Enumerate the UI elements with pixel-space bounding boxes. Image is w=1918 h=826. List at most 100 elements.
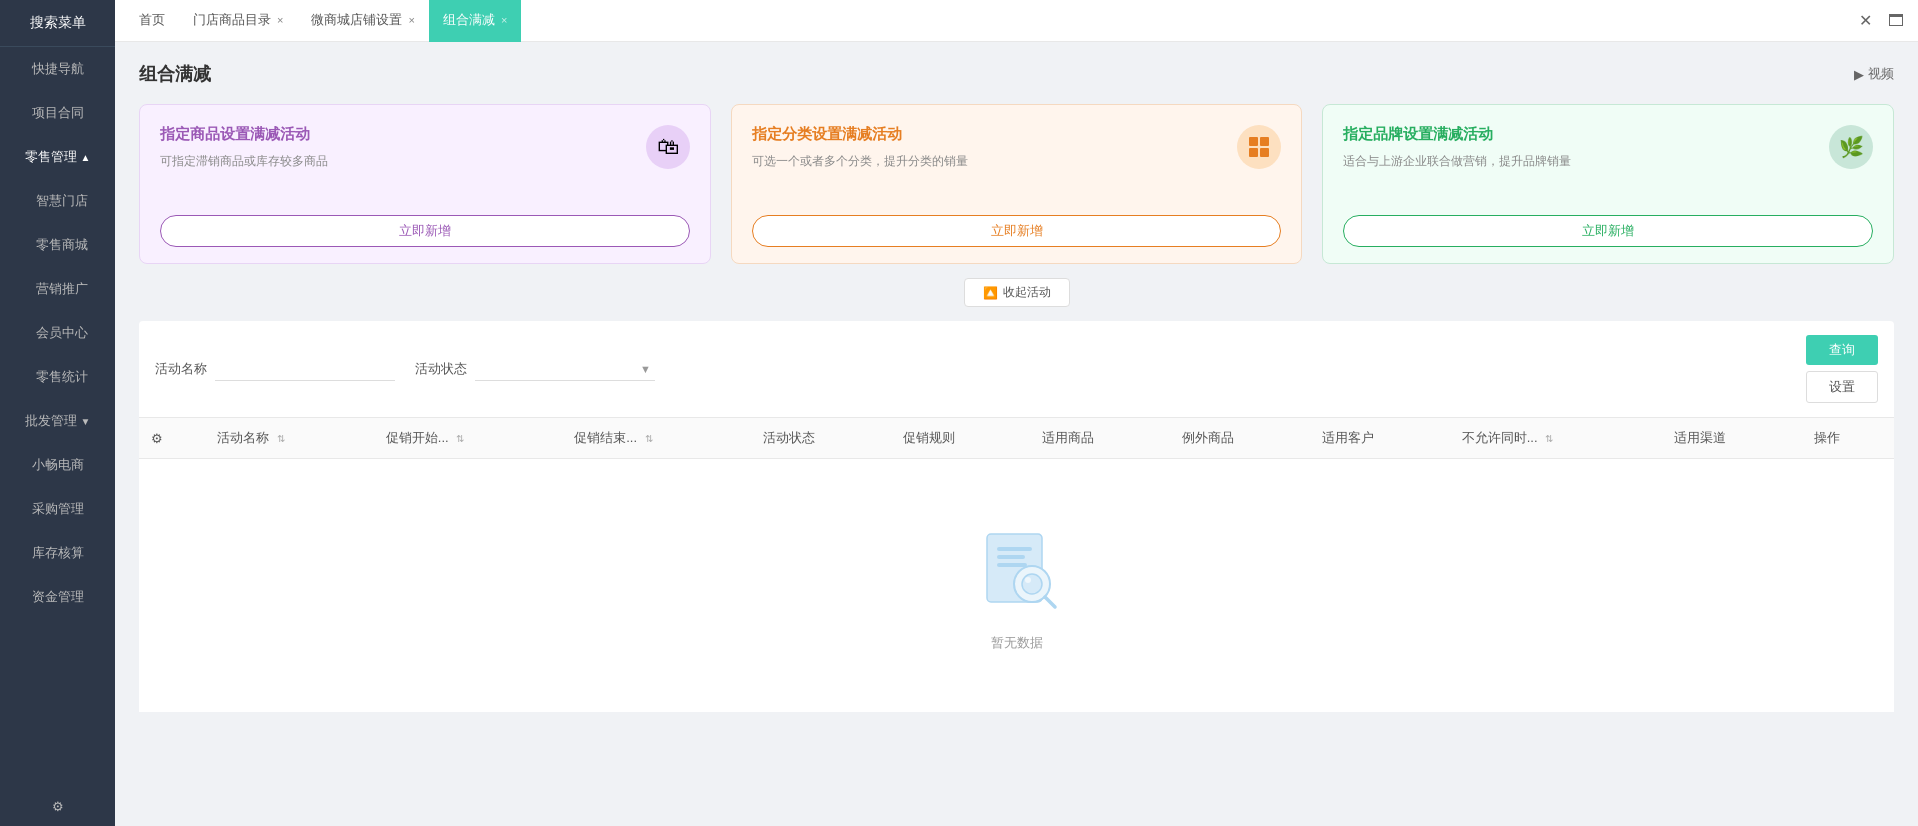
activity-status-select[interactable]: 进行中 已结束 未开始 bbox=[475, 357, 655, 381]
category-card: 指定分类设置满减活动 可选一个或者多个分类，提升分类的销量 立即新增 bbox=[731, 104, 1303, 264]
tab-home[interactable]: 首页 bbox=[125, 0, 179, 42]
col-promo-end[interactable]: 促销结束... ⇅ bbox=[562, 418, 750, 459]
sidebar-item-quick-nav[interactable]: 快捷导航 bbox=[0, 47, 115, 91]
product-card-title: 指定商品设置满减活动 bbox=[160, 125, 690, 144]
collapse-label: 收起活动 bbox=[1003, 284, 1051, 301]
collapse-bar: 🔼 收起活动 bbox=[139, 278, 1894, 307]
sidebar-item-label: 库存核算 bbox=[32, 544, 84, 562]
brand-card-desc: 适合与上游企业联合做营销，提升品牌销量 bbox=[1343, 152, 1873, 171]
table-wrapper: ⚙ 活动名称 ⇅ 促销开始... ⇅ 促销结束... ⇅ bbox=[139, 417, 1894, 712]
sidebar-item-smart-store[interactable]: 智慧门店 bbox=[0, 179, 115, 223]
activity-status-select-wrapper: 进行中 已结束 未开始 ▼ bbox=[475, 357, 655, 381]
col-gear[interactable]: ⚙ bbox=[139, 418, 205, 459]
tab-store-catalog-close[interactable]: × bbox=[277, 14, 283, 26]
col-not-allow[interactable]: 不允许同时... ⇅ bbox=[1450, 418, 1662, 459]
col-apply-product-label: 适用商品 bbox=[1042, 430, 1094, 445]
col-operation-label: 操作 bbox=[1814, 430, 1840, 445]
settings-button[interactable]: 设置 bbox=[1806, 371, 1878, 403]
content-area: 组合满减 ▶ 视频 🛍 指定商品设置满减活动 可指定滞销商品或库存较多商品 立即… bbox=[115, 42, 1918, 826]
brand-card: 🌿 指定品牌设置满减活动 适合与上游企业联合做营销，提升品牌销量 立即新增 bbox=[1322, 104, 1894, 264]
svg-point-9 bbox=[1022, 574, 1042, 594]
sort-icon: ⇅ bbox=[1545, 433, 1553, 444]
tab-home-label: 首页 bbox=[139, 11, 165, 29]
svg-rect-5 bbox=[997, 547, 1032, 551]
tab-combo-discount[interactable]: 组合满减 × bbox=[429, 0, 521, 42]
empty-text: 暂无数据 bbox=[991, 634, 1043, 652]
sidebar-item-wholesale-manage[interactable]: 批发管理 ▼ bbox=[0, 399, 115, 443]
svg-rect-0 bbox=[1249, 137, 1258, 146]
page-title: 组合满减 bbox=[139, 62, 211, 86]
tab-ministore-settings[interactable]: 微商城店铺设置 × bbox=[297, 0, 428, 42]
sidebar-item-marketing[interactable]: 营销推广 bbox=[0, 267, 115, 311]
sidebar-item-label: 小畅电商 bbox=[32, 456, 84, 474]
collapse-up-icon: 🔼 bbox=[983, 286, 998, 300]
col-operation: 操作 bbox=[1802, 418, 1894, 459]
sidebar-item-label: 零售商城 bbox=[36, 236, 88, 254]
query-button[interactable]: 查询 bbox=[1806, 335, 1878, 365]
col-not-allow-label: 不允许同时... bbox=[1462, 430, 1538, 445]
sidebar-item-member-center[interactable]: 会员中心 bbox=[0, 311, 115, 355]
sidebar-item-label: 智慧门店 bbox=[36, 192, 88, 210]
sidebar-item-fund-manage[interactable]: 资金管理 bbox=[0, 575, 115, 619]
brand-card-title: 指定品牌设置满减活动 bbox=[1343, 125, 1873, 144]
svg-line-10 bbox=[1045, 597, 1055, 607]
window-maximize-button[interactable]: 🗖 bbox=[1884, 11, 1908, 30]
product-card-desc: 可指定滞销商品或库存较多商品 bbox=[160, 152, 690, 171]
activity-name-filter: 活动名称 bbox=[155, 357, 395, 381]
col-promo-end-label: 促销结束... bbox=[574, 430, 637, 445]
sort-icon: ⇅ bbox=[277, 433, 285, 444]
play-icon: ▶ bbox=[1854, 67, 1864, 82]
sort-icon: ⇅ bbox=[456, 433, 464, 444]
brand-card-add-button[interactable]: 立即新增 bbox=[1343, 215, 1873, 247]
activity-table: ⚙ 活动名称 ⇅ 促销开始... ⇅ 促销结束... ⇅ bbox=[139, 417, 1894, 459]
sidebar-item-inventory-check[interactable]: 库存核算 bbox=[0, 531, 115, 575]
window-close-button[interactable]: ✕ bbox=[1855, 11, 1876, 30]
col-apply-product: 适用商品 bbox=[1030, 418, 1170, 459]
sidebar-item-label: 会员中心 bbox=[36, 324, 88, 342]
activity-name-input[interactable] bbox=[215, 357, 395, 381]
empty-icon bbox=[967, 519, 1067, 634]
col-apply-channel-label: 适用渠道 bbox=[1674, 430, 1726, 445]
sidebar-item-retail-stats[interactable]: 零售统计 bbox=[0, 355, 115, 399]
empty-state: 暂无数据 bbox=[139, 459, 1894, 712]
sidebar-item-purchase-manage[interactable]: 采购管理 bbox=[0, 487, 115, 531]
sidebar-item-label: 快捷导航 bbox=[32, 60, 84, 78]
tab-bar: 首页 门店商品目录 × 微商城店铺设置 × 组合满减 × ✕ 🗖 bbox=[115, 0, 1918, 42]
collapse-button[interactable]: 🔼 收起活动 bbox=[964, 278, 1070, 307]
video-label: 视频 bbox=[1868, 65, 1894, 83]
sidebar-item-xiaochangec[interactable]: 小畅电商 bbox=[0, 443, 115, 487]
tab-store-catalog-label: 门店商品目录 bbox=[193, 11, 271, 29]
svg-rect-1 bbox=[1260, 137, 1269, 146]
cards-row: 🛍 指定商品设置满减活动 可指定滞销商品或库存较多商品 立即新增 指定分类设置满… bbox=[139, 104, 1894, 264]
filter-row: 活动名称 活动状态 进行中 已结束 未开始 ▼ 查询 设置 bbox=[139, 321, 1894, 417]
sidebar-search[interactable]: 搜索菜单 bbox=[0, 0, 115, 47]
sidebar-item-label: 批发管理 bbox=[25, 412, 77, 430]
tab-combo-discount-label: 组合满减 bbox=[443, 11, 495, 29]
tab-store-catalog[interactable]: 门店商品目录 × bbox=[179, 0, 297, 42]
col-promo-start[interactable]: 促销开始... ⇅ bbox=[374, 418, 562, 459]
svg-rect-3 bbox=[1260, 148, 1269, 157]
product-card: 🛍 指定商品设置满减活动 可指定滞销商品或库存较多商品 立即新增 bbox=[139, 104, 711, 264]
sidebar-item-label: 营销推广 bbox=[36, 280, 88, 298]
main-area: 首页 门店商品目录 × 微商城店铺设置 × 组合满减 × ✕ 🗖 组合满减 ▶ … bbox=[115, 0, 1918, 826]
sidebar-item-project-contract[interactable]: 项目合同 bbox=[0, 91, 115, 135]
gear-icon: ⚙ bbox=[151, 431, 163, 446]
video-link[interactable]: ▶ 视频 bbox=[1854, 65, 1894, 83]
product-card-add-button[interactable]: 立即新增 bbox=[160, 215, 690, 247]
category-card-title: 指定分类设置满减活动 bbox=[752, 125, 1282, 144]
sidebar-item-retail-mall[interactable]: 零售商城 bbox=[0, 223, 115, 267]
col-exclude-product: 例外商品 bbox=[1170, 418, 1310, 459]
tab-combo-discount-close[interactable]: × bbox=[501, 14, 507, 26]
sort-icon: ⇅ bbox=[645, 433, 653, 444]
col-activity-status: 活动状态 bbox=[751, 418, 891, 459]
tab-ministore-settings-close[interactable]: × bbox=[408, 14, 414, 26]
category-card-add-button[interactable]: 立即新增 bbox=[752, 215, 1282, 247]
col-apply-customer-label: 适用客户 bbox=[1322, 430, 1374, 445]
table-header-row: ⚙ 活动名称 ⇅ 促销开始... ⇅ 促销结束... ⇅ bbox=[139, 418, 1894, 459]
sidebar-item-label: 采购管理 bbox=[32, 500, 84, 518]
col-activity-name-label: 活动名称 bbox=[217, 430, 269, 445]
sidebar-item-retail-manage[interactable]: 零售管理 ▲ bbox=[0, 135, 115, 179]
col-activity-name[interactable]: 活动名称 ⇅ bbox=[205, 418, 374, 459]
sidebar-settings[interactable]: ⚙ bbox=[0, 787, 115, 826]
tab-actions: ✕ 🗖 bbox=[1855, 11, 1908, 30]
